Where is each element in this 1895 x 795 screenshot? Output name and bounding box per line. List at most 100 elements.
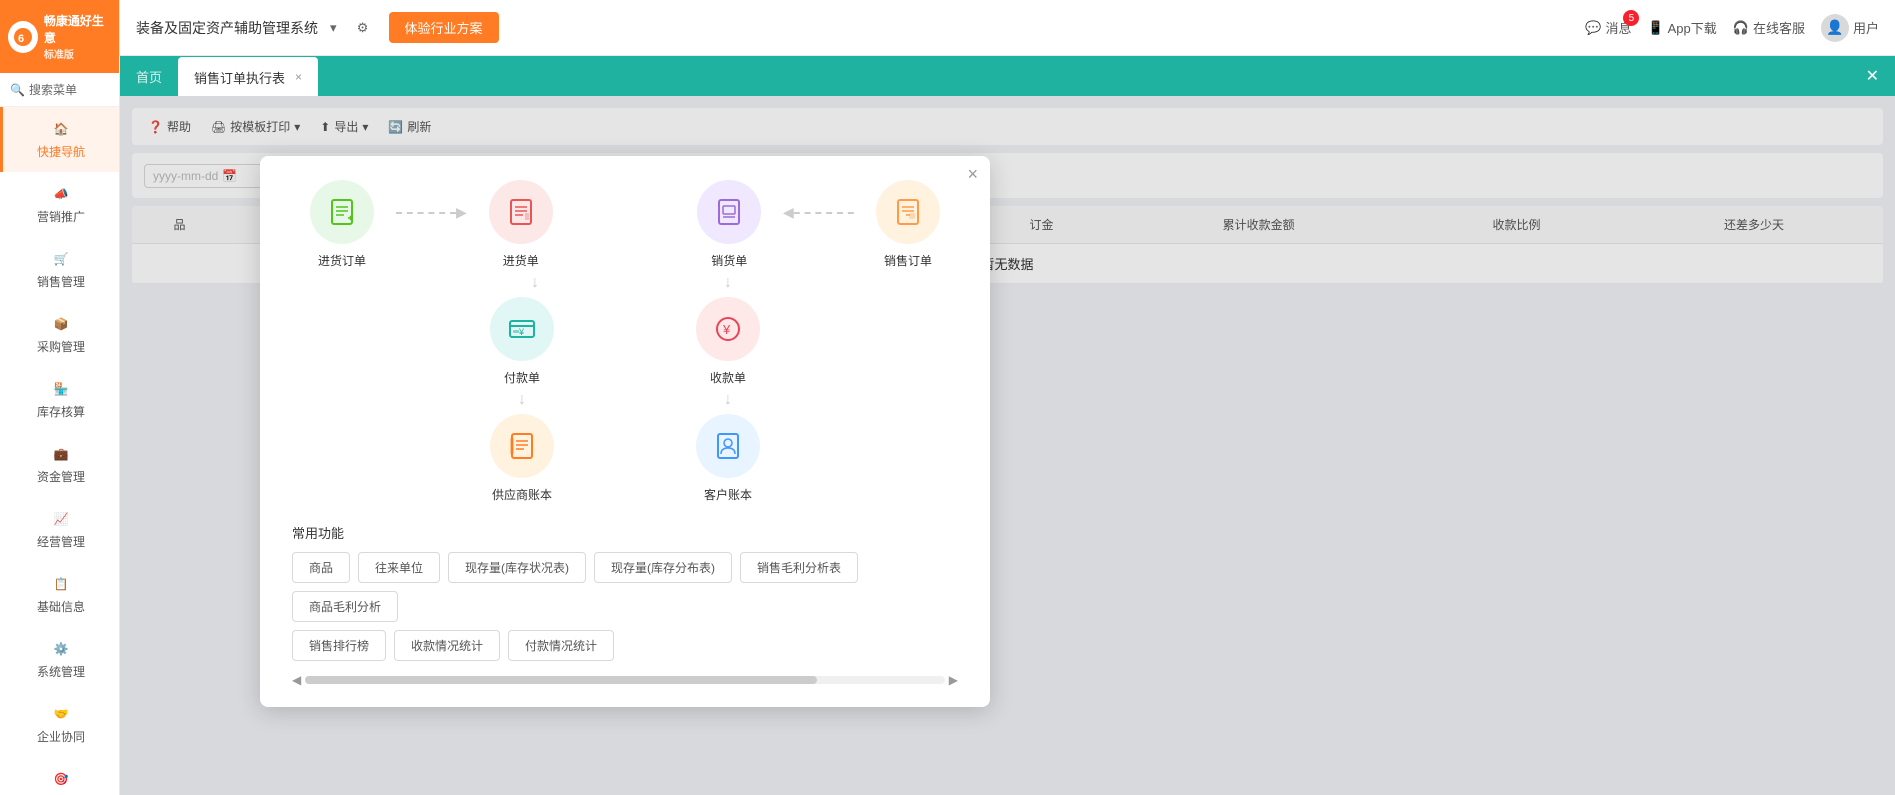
flow-diagram: 进货订单 ▶ xyxy=(292,180,958,503)
app-download-button[interactable]: 📱 App下载 xyxy=(1647,18,1716,37)
func-btn-receipt-stats[interactable]: 收款情况统计 xyxy=(394,630,500,661)
sidebar-item-marketing[interactable]: 📣 营销推广 xyxy=(0,172,119,237)
down-arrow-receipt: ↓ xyxy=(678,392,778,408)
basic-info-icon: 📋 xyxy=(51,574,71,594)
sidebar-item-system[interactable]: ⚙️ 系统管理 xyxy=(0,627,119,692)
app-download-label: App下载 xyxy=(1668,18,1717,37)
quick-nav-overlay[interactable]: × 进货订单 xyxy=(120,96,1895,795)
logo-icon: 6 xyxy=(8,21,38,53)
sidebar: 6 畅康通好生意 标准版 🔍 搜索菜单 🏠 快捷导航 📣 营销推广 🛒 销售管理 xyxy=(0,0,120,795)
sales-order-label: 销售订单 xyxy=(884,252,932,269)
tab-home-label: 首页 xyxy=(136,67,162,86)
logo-text: 畅康通好生意 xyxy=(44,12,111,46)
message-button[interactable]: 💬 5 消息 xyxy=(1585,18,1631,37)
common-functions-title: 常用功能 xyxy=(292,523,958,542)
beginner-icon: 🎯 xyxy=(51,769,71,789)
sidebar-item-sales[interactable]: 🛒 销售管理 xyxy=(0,237,119,302)
operations-icon: 📈 xyxy=(51,509,71,529)
logo-area: 6 畅康通好生意 标准版 xyxy=(0,0,119,73)
sidebar-item-label: 资金管理 xyxy=(37,468,85,485)
common-functions-section: 常用功能 商品 往来单位 现存量(库存状况表) 现存量(库存分布表) 销售毛利分… xyxy=(292,523,958,661)
sidebar-item-enterprise[interactable]: 🤝 企业协同 xyxy=(0,692,119,757)
flow-node-sales-order[interactable]: 销售订单 xyxy=(858,180,958,269)
search-label: 搜索菜单 xyxy=(29,81,77,98)
inventory-icon: 🏪 xyxy=(51,379,71,399)
topbar-right: 💬 5 消息 📱 App下载 🎧 在线客服 👤 用户 xyxy=(1585,14,1879,42)
receipt-bill-label: 收款单 xyxy=(710,369,746,386)
trial-btn[interactable]: 体验行业方案 xyxy=(389,12,499,43)
customer-ledger-icon xyxy=(696,414,760,478)
flow-node-purchase-order[interactable]: 进货订单 xyxy=(292,180,392,269)
user-label: 用户 xyxy=(1853,18,1879,37)
message-badge: 5 xyxy=(1623,10,1639,26)
func-btn-payment-stats[interactable]: 付款情况统计 xyxy=(508,630,614,661)
supplier-ledger-label: 供应商账本 xyxy=(492,486,552,503)
func-btn-stock-distribution[interactable]: 现存量(库存分布表) xyxy=(594,552,732,583)
gear-button[interactable]: ⚙ xyxy=(349,14,377,42)
flow-node-supplier-ledger[interactable]: 供应商账本 xyxy=(472,414,572,503)
down-arrow-payment: ↓ xyxy=(472,392,572,408)
sidebar-item-purchase[interactable]: 📦 采购管理 xyxy=(0,302,119,367)
func-btn-sales-ranking[interactable]: 销售排行榜 xyxy=(292,630,386,661)
app-icon: 📱 xyxy=(1647,20,1663,36)
sidebar-item-quick-nav[interactable]: 🏠 快捷导航 xyxy=(0,107,119,172)
online-service-button[interactable]: 🎧 在线客服 xyxy=(1733,18,1805,37)
func-btn-sales-margin[interactable]: 销售毛利分析表 xyxy=(740,552,858,583)
down-arrow-purchase-bill: ↓ xyxy=(485,275,585,291)
sidebar-item-operations[interactable]: 📈 经营管理 xyxy=(0,497,119,562)
sidebar-item-label: 库存核算 xyxy=(37,403,85,420)
search-icon: 🔍 xyxy=(10,83,25,97)
user-menu[interactable]: 👤 用户 xyxy=(1821,14,1879,42)
tab-close-icon[interactable]: × xyxy=(295,70,302,84)
sidebar-item-label: 采购管理 xyxy=(37,338,85,355)
sidebar-item-label: 经营管理 xyxy=(37,533,85,550)
tab-home[interactable]: 首页 xyxy=(120,56,178,96)
payment-bill-icon: ¥ xyxy=(490,297,554,361)
quick-nav-panel: × 进货订单 xyxy=(260,156,990,707)
purchase-bill-icon xyxy=(489,180,553,244)
receipt-bill-icon: ¥ xyxy=(696,297,760,361)
scroll-right-button[interactable]: ▶ xyxy=(949,673,958,687)
sales-bill-label: 销货单 xyxy=(711,252,747,269)
marketing-icon: 📣 xyxy=(51,184,71,204)
content-area: ❓ 帮助 🖨 按模板打印 ▾ ⬆ 导出 ▾ 🔄 刷新 xyxy=(120,96,1895,795)
online-service-label: 在线客服 xyxy=(1753,18,1805,37)
sidebar-item-beginner[interactable]: 🎯 新手引导 xyxy=(0,757,119,795)
scrollbar: ◀ ▶ xyxy=(292,673,958,687)
topbar: 装备及固定资产辅助管理系统 ▾ ⚙ 体验行业方案 💬 5 消息 📱 App下载 … xyxy=(120,0,1895,56)
sales-order-icon xyxy=(876,180,940,244)
panel-close-button[interactable]: × xyxy=(967,164,978,185)
function-buttons-row1: 商品 往来单位 现存量(库存状况表) 现存量(库存分布表) 销售毛利分析表 商品… xyxy=(292,552,958,622)
flow-node-payment-bill[interactable]: ¥ 付款单 xyxy=(472,297,572,386)
system-title: 装备及固定资产辅助管理系统 xyxy=(136,18,318,38)
sidebar-item-inventory[interactable]: 🏪 库存核算 xyxy=(0,367,119,432)
flow-row-3: 供应商账本 客户账本 xyxy=(292,414,958,503)
sidebar-nav: 🏠 快捷导航 📣 营销推广 🛒 销售管理 📦 采购管理 🏪 库存核算 💼 xyxy=(0,107,119,795)
customer-ledger-label: 客户账本 xyxy=(704,486,752,503)
scroll-left-button[interactable]: ◀ xyxy=(292,673,301,687)
message-icon: 💬 xyxy=(1585,20,1601,36)
flow-row-1: 进货订单 ▶ xyxy=(292,180,958,269)
sidebar-search[interactable]: 🔍 搜索菜单 xyxy=(0,73,119,107)
system-dropdown[interactable]: ▾ xyxy=(330,20,337,36)
func-btn-stock-status[interactable]: 现存量(库存状况表) xyxy=(448,552,586,583)
tab-sales-order-execution[interactable]: 销售订单执行表 × xyxy=(178,57,318,97)
flow-node-purchase-bill[interactable]: 进货单 xyxy=(471,180,571,269)
svg-text:¥: ¥ xyxy=(518,327,525,337)
home-icon: 🏠 xyxy=(51,119,71,139)
sidebar-item-basic-info[interactable]: 📋 基础信息 xyxy=(0,562,119,627)
func-btn-product[interactable]: 商品 xyxy=(292,552,350,583)
arrow-purchase-order-to-bill: ▶ xyxy=(392,204,471,245)
func-btn-counterpart[interactable]: 往来单位 xyxy=(358,552,440,583)
sidebar-item-label: 企业协同 xyxy=(37,728,85,745)
func-btn-product-margin[interactable]: 商品毛利分析 xyxy=(292,591,398,622)
flow-node-sales-bill[interactable]: 销货单 xyxy=(679,180,779,269)
flow-row-2: ¥ 付款单 ¥ 收款单 xyxy=(292,297,958,386)
system-icon: ⚙️ xyxy=(51,639,71,659)
flow-node-customer-ledger[interactable]: 客户账本 xyxy=(678,414,778,503)
finance-icon: 💼 xyxy=(51,444,71,464)
scrollbar-track[interactable] xyxy=(305,676,945,684)
tabbar-close-button[interactable]: ✕ xyxy=(1858,62,1887,90)
flow-node-receipt-bill[interactable]: ¥ 收款单 xyxy=(678,297,778,386)
sidebar-item-finance[interactable]: 💼 资金管理 xyxy=(0,432,119,497)
